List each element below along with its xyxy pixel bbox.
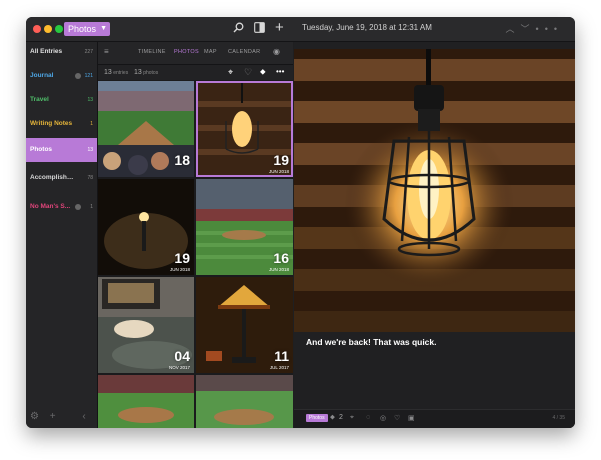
journal-selector[interactable]: Photos ▼ — [64, 22, 111, 36]
shared-journal-icon — [75, 204, 81, 210]
photos-panel: ≡ TIMELINE PHOTOS MAP CALENDAR ◉ 13 entr… — [98, 42, 293, 428]
photos-count: 13 photos — [134, 69, 158, 76]
tag-icon[interactable]: ⬥ — [330, 414, 335, 422]
entry-footer-bar: Photos ⬥ 2 ⌖ ◌ ◎ ♡ ▣ 4 / 35 — [294, 409, 575, 428]
thumbnail-day: 16 — [273, 250, 289, 266]
photo-thumbnail[interactable]: 19 JUN 2018 — [98, 179, 194, 275]
location-filter-icon[interactable]: ⌖ — [228, 67, 233, 78]
more-options-icon[interactable]: ••• — [536, 24, 563, 34]
thumbnail-day: 18 — [174, 152, 190, 168]
chevron-up-icon[interactable]: ︿ — [506, 24, 521, 34]
view-tab-bar: ≡ TIMELINE PHOTOS MAP CALENDAR ◉ — [98, 42, 293, 65]
entries-count-label: entries — [113, 70, 129, 76]
thumbnail-month: JUL 2017 — [269, 365, 289, 370]
journal-tag-badge[interactable]: Photos — [306, 414, 328, 422]
sidebar-footer: ⚙ + ‹ — [30, 411, 86, 422]
sidebar-item-count: 121 — [84, 73, 93, 79]
tab-calendar[interactable]: CALENDAR — [228, 49, 260, 55]
shared-journal-icon — [75, 73, 81, 79]
photo-thumbnail-selected[interactable]: 19 JUN 2018 — [196, 81, 293, 177]
stadium-photo — [196, 375, 293, 428]
entry-date-title: Tuesday, June 19, 2018 at 12:31 AM — [302, 23, 432, 32]
photo-thumbnail[interactable]: 16 JUN 2018 — [196, 179, 293, 275]
heart-filter-icon[interactable]: ♡ — [244, 67, 252, 78]
photo-thumbnail[interactable] — [196, 375, 293, 428]
photo-thumbnail[interactable]: 11 JUL 2017 — [196, 277, 293, 373]
stadium-photo — [98, 375, 194, 428]
weather-icon[interactable]: ◌ — [366, 414, 370, 421]
entry-body-text[interactable]: And we're back! That was quick. — [306, 337, 437, 347]
edison-bulb-photo — [294, 49, 575, 332]
zoom-window-button[interactable] — [55, 25, 63, 33]
sidebar-item-label: Travel — [30, 96, 49, 103]
activity-icon[interactable]: ◎ — [380, 414, 386, 422]
thumbnail-month: NOV 2017 — [168, 365, 190, 370]
sidebar-item-count: 1 — [90, 204, 93, 210]
more-filters-icon[interactable]: ••• — [276, 67, 284, 76]
thumbnail-month: JUN 2018 — [169, 267, 190, 272]
thumbnail-day: 19 — [174, 250, 190, 266]
thumbnail-day: 11 — [274, 348, 289, 364]
entry-hero-photo[interactable] — [294, 49, 575, 332]
entry-detail: And we're back! That was quick. Photos ⬥… — [294, 42, 575, 428]
sidebar-item-label: All Entries — [30, 48, 63, 55]
journal-sidebar: All Entries 227 Journal 121 Travel 13 Wr… — [26, 42, 98, 428]
sidebar-item-label: Journal — [30, 72, 54, 79]
sidebar-item-count: 13 — [87, 147, 93, 153]
sidebar-item-travel[interactable]: Travel 13 — [26, 90, 97, 110]
sidebar-item-count: 78 — [87, 175, 93, 181]
location-icon[interactable]: ⌖ — [350, 414, 354, 422]
tab-map[interactable]: MAP — [204, 49, 217, 55]
sidebar-item-no-mans-sky[interactable]: No Man's S... 1 — [26, 197, 97, 217]
sidebar-item-count: 1 — [90, 121, 93, 127]
sidebar-item-label: Writing Notes — [30, 120, 73, 127]
photos-count-number: 13 — [134, 69, 142, 76]
title-bar: Photos ▼ + Tuesday, June 19, 2018 at 12:… — [26, 17, 575, 42]
photo-thumbnail[interactable]: 04 NOV 2017 — [98, 277, 194, 373]
sidebar-item-all-entries[interactable]: All Entries 227 — [26, 42, 97, 62]
photo-thumbnail[interactable]: 18 — [98, 81, 194, 177]
chevron-down-icon[interactable]: ﹀ — [521, 24, 536, 34]
add-journal-icon[interactable]: + — [50, 411, 56, 422]
sidebar-item-photos[interactable]: Photos 13 — [26, 138, 97, 162]
search-icon[interactable] — [233, 21, 244, 37]
sidebar-item-count: 13 — [87, 97, 93, 103]
thumbnail-month: JUN 2018 — [268, 267, 289, 272]
sidebar-item-label: Photos — [30, 146, 53, 153]
tag-count: 2 — [339, 414, 343, 421]
tab-timeline[interactable]: TIMELINE — [138, 49, 166, 55]
eye-icon[interactable]: ◉ — [273, 47, 280, 56]
count-bar: 13 entries 13 photos ⌖ ♡ ⬥ ••• — [98, 65, 293, 80]
app-window: Photos ▼ + Tuesday, June 19, 2018 at 12:… — [26, 17, 575, 428]
page-indicator: 4 / 35 — [552, 415, 565, 421]
heart-icon[interactable]: ♡ — [394, 414, 400, 422]
entry-navigation: ︿﹀••• — [506, 22, 563, 35]
chevron-down-icon: ▼ — [100, 25, 108, 32]
sidebar-item-label: No Man's S... — [30, 203, 71, 210]
close-window-button[interactable] — [33, 25, 41, 33]
photo-icon[interactable]: ▣ — [408, 414, 415, 422]
add-entry-icon[interactable]: + — [275, 20, 284, 36]
photo-grid: 18 19 JUN 2018 19 JUN 2018 16 JUN 2018 0… — [98, 81, 293, 428]
sidebar-item-label: Accomplishme... — [30, 174, 74, 181]
thumbnail-day: 19 — [273, 152, 289, 168]
back-list-icon[interactable]: ≡ — [104, 47, 109, 56]
collapse-sidebar-icon[interactable]: ‹ — [82, 411, 85, 422]
tab-photos[interactable]: PHOTOS — [174, 49, 199, 55]
entries-count-number: 13 — [104, 69, 112, 76]
sidebar-item-journal[interactable]: Journal 121 — [26, 66, 97, 86]
journal-selector-label: Photos — [68, 24, 97, 34]
photo-thumbnail[interactable] — [98, 375, 194, 428]
thumbnail-day: 04 — [174, 348, 190, 364]
photos-count-label: photos — [143, 70, 159, 76]
sidebar-toggle-icon[interactable] — [254, 21, 265, 37]
tag-filter-icon[interactable]: ⬥ — [260, 67, 266, 77]
minimize-window-button[interactable] — [44, 25, 52, 33]
sidebar-item-accomplishments[interactable]: Accomplishme... 78 — [26, 168, 97, 188]
thumbnail-month: JUN 2018 — [268, 169, 289, 174]
entries-count: 13 entries — [104, 69, 128, 76]
sidebar-item-writing-notes[interactable]: Writing Notes 1 — [26, 114, 97, 134]
gear-icon[interactable]: ⚙ — [30, 411, 39, 422]
sidebar-item-count: 227 — [84, 49, 93, 55]
